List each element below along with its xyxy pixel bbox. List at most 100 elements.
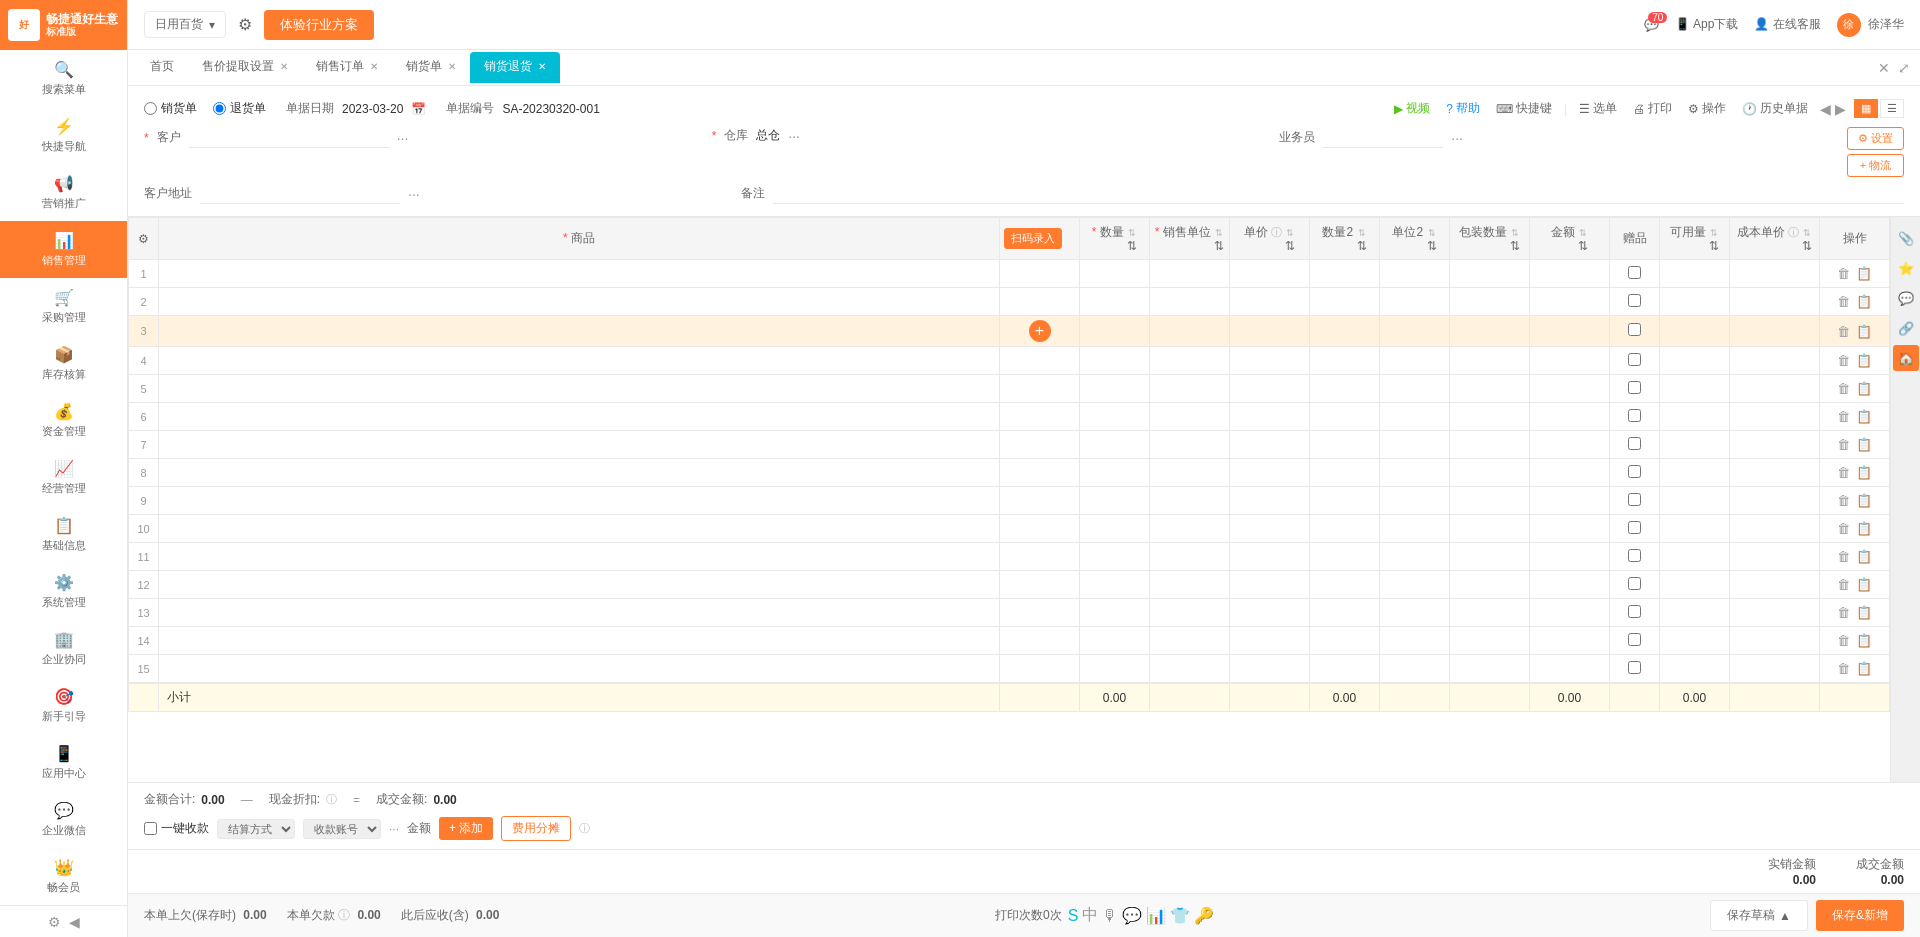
- remark-input[interactable]: [773, 183, 1904, 204]
- col-scan[interactable]: 扫码录入: [1000, 218, 1080, 260]
- prev-arrow[interactable]: ◀: [1820, 101, 1831, 117]
- row-amount-cell[interactable]: [1530, 347, 1610, 375]
- bottom-icon-1[interactable]: S: [1068, 907, 1079, 925]
- experience-btn[interactable]: 体验行业方案: [264, 10, 374, 40]
- row-amount-cell[interactable]: [1530, 571, 1610, 599]
- row-qty2-cell[interactable]: [1310, 260, 1380, 288]
- unit-sort-icon[interactable]: ⇅: [1214, 228, 1224, 253]
- row-price-cell[interactable]: [1230, 288, 1310, 316]
- customer-input[interactable]: [189, 127, 389, 148]
- copy-row-icon[interactable]: 📋: [1856, 605, 1872, 620]
- goods-input[interactable]: [205, 324, 954, 338]
- add-payment-btn[interactable]: + 添加: [439, 817, 493, 840]
- row-qty2-cell[interactable]: [1310, 459, 1380, 487]
- row-cost-cell[interactable]: [1730, 431, 1820, 459]
- next-arrow[interactable]: ▶: [1835, 101, 1846, 117]
- row-gift-cell[interactable]: [1610, 571, 1660, 599]
- row-pkg-cell[interactable]: [1450, 627, 1530, 655]
- row-price-cell[interactable]: [1230, 459, 1310, 487]
- row-qty-cell[interactable]: [1080, 515, 1150, 543]
- shortcut-btn[interactable]: ⌨ 快捷键: [1492, 98, 1556, 119]
- row-cost-cell[interactable]: [1730, 487, 1820, 515]
- row-avail-cell[interactable]: [1660, 543, 1730, 571]
- gift-checkbox[interactable]: [1628, 661, 1641, 674]
- row-qty-cell[interactable]: [1080, 599, 1150, 627]
- row-pkg-cell[interactable]: [1450, 655, 1530, 683]
- row-cost-cell[interactable]: [1730, 515, 1820, 543]
- sidebar-item-wechat[interactable]: 💬 企业微信: [0, 791, 127, 848]
- sidebar-item-shortcut[interactable]: ⚡ 快捷导航: [0, 107, 127, 164]
- warehouse-dots[interactable]: ···: [788, 128, 800, 144]
- row-cost-cell[interactable]: [1730, 599, 1820, 627]
- row-pkg-cell[interactable]: [1450, 347, 1530, 375]
- row-pkg-cell[interactable]: [1450, 260, 1530, 288]
- row-qty2-cell[interactable]: [1310, 627, 1380, 655]
- unit2-sort-icon[interactable]: ⇅: [1427, 228, 1437, 253]
- row-avail-cell[interactable]: [1660, 571, 1730, 599]
- row-gift-cell[interactable]: [1610, 260, 1660, 288]
- sidebar-item-operation[interactable]: 📈 经营管理: [0, 449, 127, 506]
- row-amount-cell[interactable]: [1530, 260, 1610, 288]
- row-qty-cell[interactable]: [1080, 375, 1150, 403]
- history-btn[interactable]: 🕐 历史单据: [1738, 98, 1812, 119]
- row-avail-cell[interactable]: [1660, 316, 1730, 347]
- app-download-btn[interactable]: 📱 App下载: [1675, 16, 1738, 33]
- row-gift-cell[interactable]: [1610, 487, 1660, 515]
- sidebar-collapse-icon[interactable]: ◀: [69, 914, 80, 930]
- row-unit-cell[interactable]: [1150, 571, 1230, 599]
- online-service-btn[interactable]: 👤 在线客服: [1754, 16, 1820, 33]
- sidebar-item-marketing[interactable]: 📢 营销推广: [0, 164, 127, 221]
- staff-dots[interactable]: ···: [1451, 130, 1463, 146]
- delete-row-icon[interactable]: 🗑: [1837, 294, 1850, 309]
- row-goods-cell[interactable]: [159, 288, 1000, 316]
- row-qty-cell[interactable]: [1080, 288, 1150, 316]
- tab-close-sale-order[interactable]: ✕: [370, 61, 378, 72]
- row-goods-cell[interactable]: [159, 459, 1000, 487]
- debt-info-icon[interactable]: ⓘ: [338, 908, 350, 922]
- pkg-sort-icon[interactable]: ⇅: [1510, 228, 1520, 253]
- row-qty2-cell[interactable]: [1310, 487, 1380, 515]
- price-info-icon[interactable]: ⓘ: [1271, 226, 1282, 238]
- row-gift-cell[interactable]: [1610, 627, 1660, 655]
- row-qty2-cell[interactable]: [1310, 599, 1380, 627]
- row-unit2-cell[interactable]: [1380, 431, 1450, 459]
- row-price-cell[interactable]: [1230, 599, 1310, 627]
- row-qty-cell[interactable]: [1080, 543, 1150, 571]
- gift-checkbox[interactable]: [1628, 323, 1641, 336]
- copy-row-icon[interactable]: 📋: [1856, 437, 1872, 452]
- row-avail-cell[interactable]: [1660, 487, 1730, 515]
- row-pkg-cell[interactable]: [1450, 599, 1530, 627]
- row-qty2-cell[interactable]: [1310, 375, 1380, 403]
- radio-delivery[interactable]: 销货单: [144, 100, 197, 117]
- row-pkg-cell[interactable]: [1450, 571, 1530, 599]
- sidebar-item-inventory[interactable]: 📦 库存核算: [0, 335, 127, 392]
- row-unit2-cell[interactable]: [1380, 627, 1450, 655]
- copy-row-icon[interactable]: 📋: [1856, 465, 1872, 480]
- save-draft-btn[interactable]: 保存草稿 ▲: [1710, 900, 1808, 931]
- delete-row-icon[interactable]: 🗑: [1837, 493, 1850, 508]
- help-btn[interactable]: ? 帮助: [1442, 98, 1484, 119]
- row-amount-cell[interactable]: [1530, 288, 1610, 316]
- delete-row-icon[interactable]: 🗑: [1837, 661, 1850, 676]
- row-avail-cell[interactable]: [1660, 431, 1730, 459]
- tab-sale-return[interactable]: 销货退货 ✕: [470, 52, 560, 83]
- row-qty2-cell[interactable]: [1310, 288, 1380, 316]
- tab-sale-price[interactable]: 售价提取设置 ✕: [188, 52, 302, 83]
- gift-checkbox[interactable]: [1628, 521, 1641, 534]
- tab-close-sale-return[interactable]: ✕: [538, 61, 546, 72]
- row-cost-cell[interactable]: [1730, 316, 1820, 347]
- row-gift-cell[interactable]: [1610, 403, 1660, 431]
- row-cost-cell[interactable]: [1730, 347, 1820, 375]
- tab-sale-delivery[interactable]: 销货单 ✕: [392, 52, 470, 83]
- copy-row-icon[interactable]: 📋: [1856, 353, 1872, 368]
- gift-checkbox[interactable]: [1628, 493, 1641, 506]
- row-avail-cell[interactable]: [1660, 288, 1730, 316]
- row-cost-cell[interactable]: [1730, 459, 1820, 487]
- gift-checkbox[interactable]: [1628, 266, 1641, 279]
- row-pkg-cell[interactable]: [1450, 375, 1530, 403]
- fee-split-btn[interactable]: 费用分摊: [501, 816, 571, 841]
- payment-checkbox[interactable]: 一键收款: [144, 820, 209, 837]
- row-pkg-cell[interactable]: [1450, 487, 1530, 515]
- copy-row-icon[interactable]: 📋: [1856, 266, 1872, 281]
- qty2-sort-icon[interactable]: ⇅: [1357, 228, 1367, 253]
